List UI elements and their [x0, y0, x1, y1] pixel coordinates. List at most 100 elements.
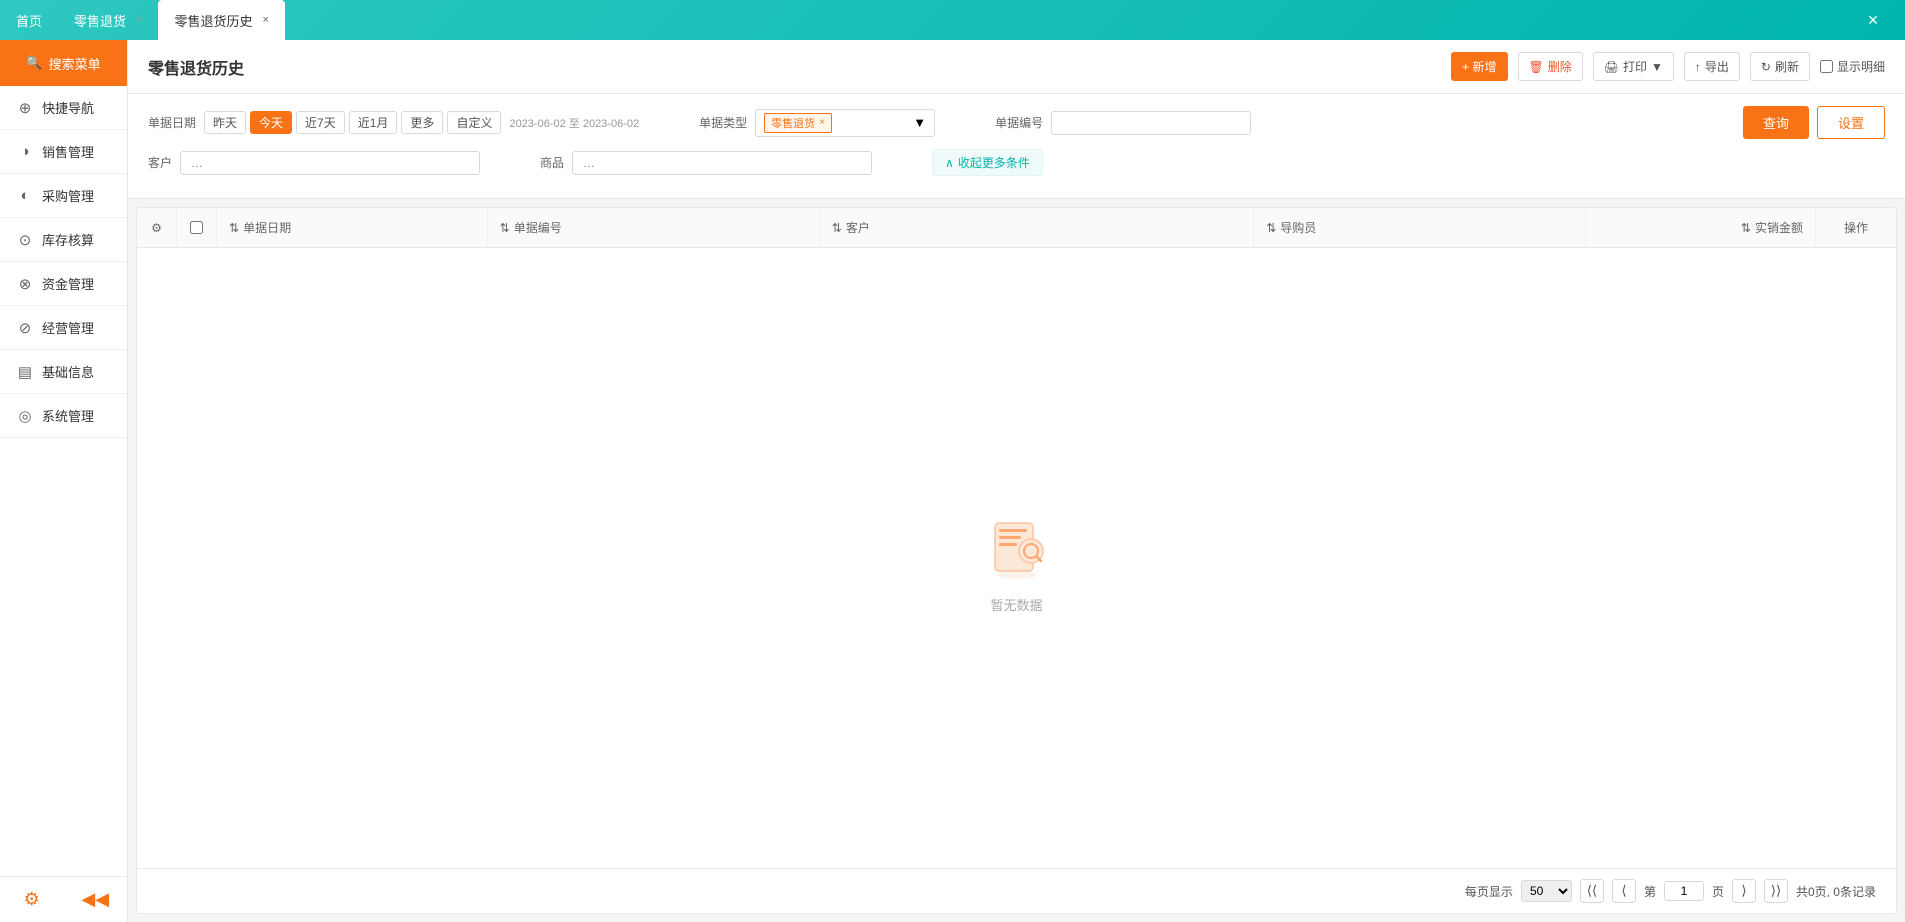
sidebar-item-label-purchase: 采购管理: [42, 186, 94, 205]
print-dropdown-icon: ▼: [1651, 60, 1663, 74]
page-unit: 页: [1712, 883, 1724, 900]
total-label: 共0页, 0条记录: [1796, 883, 1876, 900]
top-tabs: 首页零售退货 ×零售退货历史 ×: [0, 0, 1857, 40]
th-settings[interactable]: ⚙: [137, 208, 177, 247]
empty-text: 暂无数据: [990, 595, 1042, 614]
add-button[interactable]: + 新增: [1451, 52, 1507, 81]
filter-row-2: 客户 商品 ∧ 收起更多条件: [148, 149, 1885, 176]
sidebar-item-label-quick-nav: 快捷导航: [42, 98, 94, 117]
first-page-button[interactable]: ⟨⟨: [1580, 879, 1604, 903]
sidebar-item-basic[interactable]: ▤ 基础信息: [0, 350, 127, 394]
goods-filter-label: 商品: [540, 154, 564, 171]
date-btn-yesterday[interactable]: 昨天: [204, 111, 246, 134]
refresh-button[interactable]: ↻ 刷新: [1750, 52, 1810, 81]
type-dropdown-icon: ▼: [913, 115, 926, 130]
th-amount: ⇅ 实销金额: [1586, 208, 1816, 247]
purchase-icon: ◐: [16, 187, 34, 205]
billno-input[interactable]: [1051, 111, 1251, 135]
goods-filter: 商品: [540, 151, 872, 175]
customer-filter-label: 客户: [148, 154, 172, 171]
date-range-display: 2023-06-02 至 2023-06-02: [509, 115, 639, 131]
sidebar-item-label-operations: 经营管理: [42, 318, 94, 337]
finance-icon: ⊗: [16, 275, 34, 293]
refresh-icon: ↻: [1761, 60, 1771, 74]
tab-return-history[interactable]: 零售退货历史 ×: [158, 0, 284, 40]
sidebar-settings-button[interactable]: ⚙: [0, 877, 64, 922]
window-close-button[interactable]: ×: [1857, 4, 1889, 36]
sidebar-volume-button[interactable]: ◀◀: [64, 877, 128, 922]
goods-input[interactable]: [572, 151, 872, 175]
type-filter: 单据类型 零售退货 × ▼: [699, 109, 935, 137]
delete-button[interactable]: 🗑 删除: [1518, 52, 1583, 81]
sidebar-item-purchase[interactable]: ◐ 采购管理: [0, 174, 127, 218]
billno-filter-label: 单据编号: [995, 114, 1043, 131]
sidebar-item-sales[interactable]: ◑ 销售管理: [0, 130, 127, 174]
delete-icon: 🗑: [1529, 60, 1544, 74]
date-btn-more[interactable]: 更多: [401, 111, 443, 134]
type-select[interactable]: 零售退货 × ▼: [755, 109, 935, 137]
sidebar-item-label-system: 系统管理: [42, 406, 94, 425]
set-button[interactable]: 设置: [1817, 106, 1885, 139]
display-detail-checkbox[interactable]: [1820, 60, 1833, 73]
sidebar-search-label: 搜索菜单: [49, 54, 101, 73]
sidebar-item-label-basic: 基础信息: [42, 362, 94, 381]
sidebar-item-inventory[interactable]: ⊙ 库存核算: [0, 218, 127, 262]
sidebar-item-finance[interactable]: ⊗ 资金管理: [0, 262, 127, 306]
print-icon: 🖨: [1604, 60, 1619, 74]
sidebar-item-system[interactable]: ◎ 系统管理: [0, 394, 127, 438]
prev-page-button[interactable]: ⟨: [1612, 879, 1636, 903]
tab-home[interactable]: 首页: [0, 0, 58, 40]
filter-area: 单据日期 昨天今天近7天近1月更多自定义 2023-06-02 至 2023-0…: [128, 94, 1905, 199]
page-input[interactable]: [1664, 881, 1704, 901]
sidebar-item-quick-nav[interactable]: ⊕ 快捷导航: [0, 86, 127, 130]
date-btn-last1month[interactable]: 近1月: [349, 111, 398, 134]
date-btn-today[interactable]: 今天: [250, 111, 292, 134]
main-layout: 🔍 搜索菜单 ⊕ 快捷导航 ◑ 销售管理 ◐ 采购管理 ⊙ 库存核算 ⊗ 资金管…: [0, 40, 1905, 922]
tab-close-return-history[interactable]: ×: [262, 14, 268, 26]
date-btn-last7[interactable]: 近7天: [296, 111, 345, 134]
page-size-select[interactable]: 50 10 20 100: [1521, 880, 1572, 902]
customer-filter: 客户: [148, 151, 480, 175]
table-header: ⚙ ⇅ 单据日期 ⇅ 单据编号 ⇅ 客户 ⇅ 导购员: [137, 208, 1896, 248]
th-check[interactable]: [177, 208, 217, 247]
basic-icon: ▤: [16, 363, 34, 381]
sidebar: 🔍 搜索菜单 ⊕ 快捷导航 ◑ 销售管理 ◐ 采购管理 ⊙ 库存核算 ⊗ 资金管…: [0, 40, 128, 922]
print-button[interactable]: 🖨 打印 ▼: [1593, 52, 1674, 81]
content-area: 零售退货历史 + 新增 🗑 删除 🖨 打印 ▼ ↑ 导出 ↻: [128, 40, 1905, 922]
sidebar-search-button[interactable]: 🔍 搜索菜单: [0, 40, 127, 86]
th-customer: ⇅ 客户: [820, 208, 1254, 247]
search-icon: 🔍: [26, 55, 42, 71]
tab-close-return[interactable]: ×: [136, 14, 142, 26]
collapse-icon: ∧: [945, 156, 954, 170]
sidebar-bottom: ⚙ ◀◀: [0, 876, 127, 922]
sidebar-item-operations[interactable]: ⊘ 经营管理: [0, 306, 127, 350]
quick-nav-icon: ⊕: [16, 99, 34, 117]
page-size-label: 每页显示: [1465, 883, 1513, 900]
last-page-button[interactable]: ⟩⟩: [1764, 879, 1788, 903]
top-bar-right: ×: [1857, 4, 1905, 36]
sidebar-item-label-inventory: 库存核算: [42, 230, 94, 249]
date-btn-custom[interactable]: 自定义: [447, 111, 501, 134]
page-title: 零售退货历史: [148, 55, 244, 79]
collapse-button[interactable]: ∧ 收起更多条件: [932, 149, 1043, 176]
sales-icon: ◑: [16, 143, 34, 161]
pagination: 每页显示 50 10 20 100 ⟨⟨ ⟨ 第 页 ⟩ ⟩⟩ 共0页, 0条记…: [137, 868, 1896, 913]
date-buttons: 昨天今天近7天近1月更多自定义: [204, 111, 501, 134]
display-detail-toggle[interactable]: 显示明细: [1820, 58, 1885, 75]
type-tag: 零售退货 ×: [764, 113, 832, 133]
customer-input[interactable]: [180, 151, 480, 175]
type-tag-close[interactable]: ×: [819, 117, 825, 128]
tab-return[interactable]: 零售退货 ×: [58, 0, 158, 40]
date-filter-label: 单据日期: [148, 114, 196, 131]
query-button[interactable]: 查询: [1743, 106, 1809, 139]
type-filter-label: 单据类型: [699, 114, 747, 131]
select-all-checkbox[interactable]: [190, 221, 203, 234]
sidebar-item-label-sales: 销售管理: [42, 142, 94, 161]
page-header: 零售退货历史 + 新增 🗑 删除 🖨 打印 ▼ ↑ 导出 ↻: [128, 40, 1905, 94]
th-guide: ⇅ 导购员: [1254, 208, 1586, 247]
th-date: ⇅ 单据日期: [217, 208, 488, 247]
export-button[interactable]: ↑ 导出: [1684, 52, 1740, 81]
billno-filter: 单据编号: [995, 111, 1251, 135]
table-area: ⚙ ⇅ 单据日期 ⇅ 单据编号 ⇅ 客户 ⇅ 导购员: [136, 207, 1897, 914]
next-page-button[interactable]: ⟩: [1732, 879, 1756, 903]
